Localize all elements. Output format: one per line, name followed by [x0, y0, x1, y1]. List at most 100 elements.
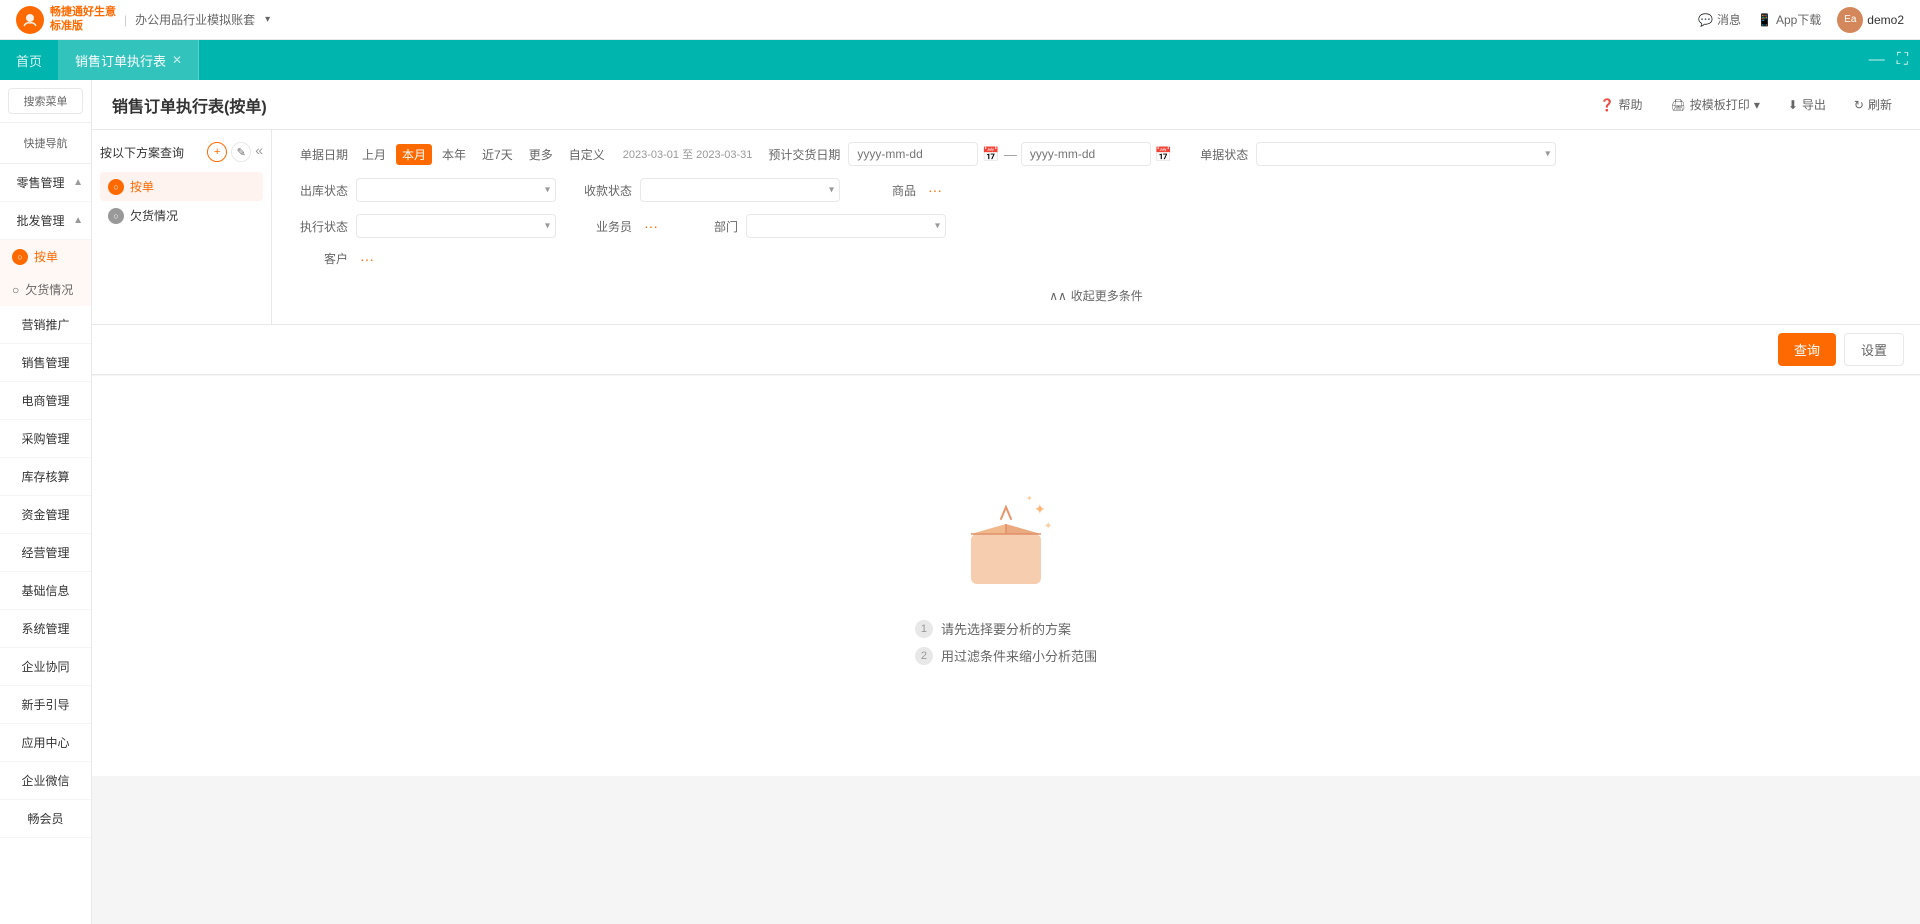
- filter-item-delivery: 出库状态 ▾: [288, 178, 556, 202]
- date-btn-last7days[interactable]: 近7天: [476, 144, 519, 165]
- sidebar-item-marketing[interactable]: 营销推广: [0, 306, 91, 344]
- date-dash: —: [1004, 147, 1017, 162]
- sidebar-item-operations[interactable]: 经营管理: [0, 534, 91, 572]
- minimize-button[interactable]: —: [1865, 47, 1889, 73]
- sidebar-item-newguide[interactable]: 新手引导: [0, 686, 91, 724]
- wholesale-arrow-icon: ▲: [73, 215, 83, 226]
- empty-tips: 1 请先选择要分析的方案 2 用过滤条件来缩小分析范围: [915, 619, 1097, 673]
- tab-sales-order[interactable]: 销售订单执行表 ✕: [59, 40, 199, 80]
- calendar-icon-end[interactable]: 📅: [1155, 146, 1172, 163]
- product-label: 商品: [856, 182, 916, 199]
- filter-row-1: 单据日期 上月 本月 本年 近7天 更多 自定义 2023-03-01 至 20…: [288, 142, 1904, 166]
- dept-select[interactable]: [746, 214, 946, 238]
- expected-date-end-input[interactable]: [1021, 142, 1151, 166]
- sidebar-item-appcenter[interactable]: 应用中心: [0, 724, 91, 762]
- tab-close-icon[interactable]: ✕: [172, 53, 182, 67]
- wholesale-submenu: ○ 按单 ○ 欠货情况: [0, 240, 91, 306]
- empty-illustration: ✦ ✦ ✦: [946, 479, 1066, 599]
- dept-select-wrapper: ▾: [746, 214, 946, 238]
- product-picker-button[interactable]: ···: [924, 182, 946, 198]
- expected-date-start-input[interactable]: [848, 142, 978, 166]
- template-print-button[interactable]: 🖨 按模板打印 ▾: [1663, 92, 1768, 117]
- filter-item-salesperson: 业务员 ···: [572, 218, 662, 235]
- user-profile[interactable]: Ea demo2: [1837, 7, 1904, 33]
- tip-num-1: 1: [915, 620, 933, 638]
- filter-row-2: 出库状态 ▾ 收款状态: [288, 178, 1904, 202]
- svg-text:✦: ✦: [1026, 494, 1033, 503]
- date-btn-more[interactable]: 更多: [523, 144, 559, 165]
- sidebar-item-enterprise[interactable]: 企业协同: [0, 648, 91, 686]
- empty-state: ✦ ✦ ✦ 1 请先选择要分析的方案 2 用过滤条件来缩小分析范围: [92, 376, 1920, 776]
- status-label: 单据状态: [1188, 146, 1248, 163]
- collapse-more-button[interactable]: ∧∧ 收起更多条件: [1037, 283, 1155, 308]
- sidebar-item-retail[interactable]: 零售管理 ▲: [0, 164, 91, 202]
- customer-picker-button[interactable]: ···: [356, 251, 378, 267]
- search-menu-button[interactable]: 搜索菜单: [8, 88, 83, 114]
- filter-item-product: 商品 ···: [856, 182, 946, 199]
- delivery-select-wrapper: ▾: [356, 178, 556, 202]
- quick-nav-area: 快捷导航: [0, 123, 91, 164]
- exec-label: 执行状态: [288, 218, 348, 235]
- scheme-active-icon: ○: [108, 179, 124, 195]
- sidebar-item-corpwx[interactable]: 企业微信: [0, 762, 91, 800]
- filter-item-exec: 执行状态 ▾: [288, 214, 556, 238]
- page-header: 销售订单执行表(按单) ❓ 帮助 🖨 按模板打印 ▾ ⬇ 导出: [92, 80, 1920, 130]
- breadcrumb-dropdown-icon[interactable]: ▾: [265, 14, 270, 25]
- delivery-select[interactable]: [356, 178, 556, 202]
- query-button[interactable]: 查询: [1778, 333, 1836, 366]
- empty-tip-1: 1 请先选择要分析的方案: [915, 619, 1097, 638]
- sidebar-item-inventory[interactable]: 库存核算: [0, 458, 91, 496]
- topbar-left: 畅捷通好生意 标准版 | 办公用品行业模拟账套 ▾: [16, 6, 270, 34]
- export-icon: ⬇: [1788, 98, 1798, 112]
- sidebar-item-system[interactable]: 系统管理: [0, 610, 91, 648]
- calendar-icon-start[interactable]: 📅: [982, 146, 999, 163]
- retail-arrow-icon: ▲: [73, 177, 83, 188]
- tab-home[interactable]: 首页: [0, 40, 59, 80]
- sidebar-item-member[interactable]: 畅会员: [0, 800, 91, 838]
- date-btn-this-year[interactable]: 本年: [436, 144, 472, 165]
- action-bar: 查询 设置: [92, 325, 1920, 375]
- salesperson-picker-button[interactable]: ···: [640, 218, 662, 234]
- settings-button[interactable]: 设置: [1844, 333, 1904, 366]
- submenu-item-按单[interactable]: ○ 按单: [0, 240, 91, 273]
- sidebar-item-finance[interactable]: 资金管理: [0, 496, 91, 534]
- submenu-item-欠货情况[interactable]: ○ 欠货情况: [0, 273, 91, 306]
- add-scheme-button[interactable]: +: [207, 142, 227, 162]
- exec-select-wrapper: ▾: [356, 214, 556, 238]
- date-btn-last-month[interactable]: 上月: [356, 144, 392, 165]
- maximize-button[interactable]: ⛶: [1893, 47, 1912, 73]
- main-layout: 搜索菜单 快捷导航 零售管理 ▲ 批发管理 ▲ ○ 按单 ○ 欠货情况 营销推广: [0, 80, 1920, 924]
- help-button[interactable]: ❓ 帮助: [1592, 92, 1651, 117]
- export-button[interactable]: ⬇ 导出: [1780, 92, 1834, 117]
- filter-row-4: 客户 ···: [288, 250, 1904, 267]
- edit-scheme-button[interactable]: ✎: [231, 142, 251, 162]
- date-btn-this-month[interactable]: 本月: [396, 144, 432, 165]
- payment-select-wrapper: ▾: [640, 178, 840, 202]
- status-select[interactable]: [1256, 142, 1556, 166]
- scheme-item-按单[interactable]: ○ 按单: [100, 172, 263, 201]
- tip-num-2: 2: [915, 647, 933, 665]
- app-download-button[interactable]: 📱 App下载: [1757, 11, 1821, 28]
- sidebar-item-wholesale[interactable]: 批发管理 ▲: [0, 202, 91, 240]
- filter-item-status: 单据状态 ▾: [1188, 142, 1556, 166]
- filter-item-expected-date: 预计交货日期 📅 — 📅: [768, 142, 1172, 166]
- submenu-icon: ○: [12, 283, 19, 297]
- payment-select[interactable]: [640, 178, 840, 202]
- message-button[interactable]: 💬 消息: [1698, 11, 1741, 28]
- collapse-panel-button[interactable]: «: [255, 142, 263, 162]
- sidebar-item-sales[interactable]: 销售管理: [0, 344, 91, 382]
- filter-item-customer: 客户 ···: [288, 250, 378, 267]
- svg-text:✦: ✦: [1034, 501, 1046, 517]
- refresh-button[interactable]: ↻ 刷新: [1846, 92, 1900, 117]
- exec-select[interactable]: [356, 214, 556, 238]
- date-btn-custom[interactable]: 自定义: [563, 144, 611, 165]
- sidebar-item-purchase[interactable]: 采购管理: [0, 420, 91, 458]
- page-container: 销售订单执行表(按单) ❓ 帮助 🖨 按模板打印 ▾ ⬇ 导出: [92, 80, 1920, 776]
- app-icon: 📱: [1757, 13, 1772, 27]
- topbar-right: 💬 消息 📱 App下载 Ea demo2: [1698, 7, 1904, 33]
- scheme-item-欠货情况[interactable]: ○ 欠货情况: [100, 201, 263, 230]
- sidebar-item-ecommerce[interactable]: 电商管理: [0, 382, 91, 420]
- quick-nav-item[interactable]: 快捷导航: [0, 129, 91, 157]
- sidebar-item-basic[interactable]: 基础信息: [0, 572, 91, 610]
- refresh-icon: ↻: [1854, 98, 1864, 112]
